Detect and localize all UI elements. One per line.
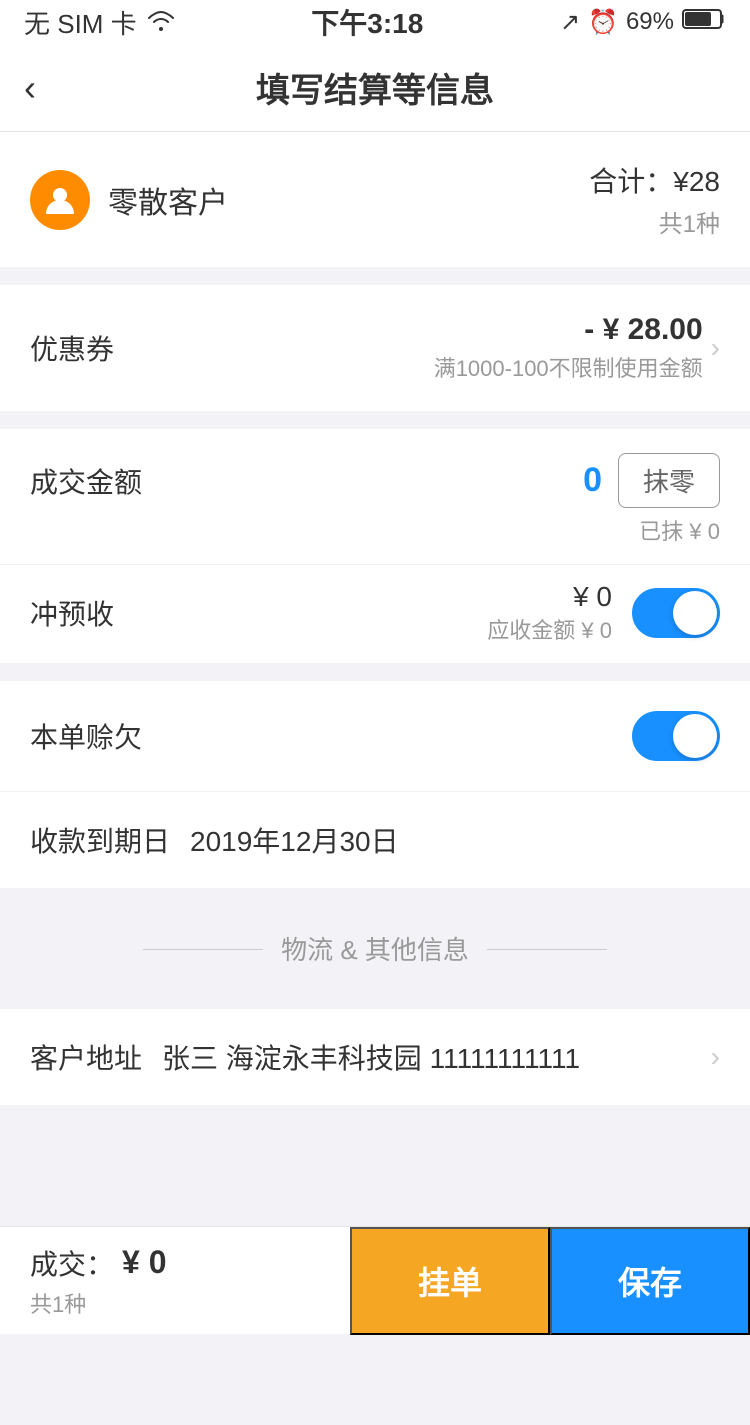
coupon-discount: - ¥ 28.00 [434, 313, 703, 347]
deal-amount-label: 成交金额 [30, 461, 142, 501]
address-value: 张三 海淀永丰科技园 11111111111 [162, 1037, 711, 1077]
toggle-knob [673, 591, 717, 635]
status-left: 无 SIM 卡 [24, 4, 175, 41]
customer-avatar [30, 170, 90, 230]
duedate-row: 收款到期日 2019年12月30日 [0, 791, 750, 888]
deal-amount-value: 0 [583, 461, 602, 500]
bottom-summary-amount: ¥ 0 [122, 1244, 166, 1281]
credit-toggle-knob [673, 714, 717, 758]
bottom-bar: 成交： ¥ 0 共1种 挂单 保存 [0, 1226, 750, 1334]
customer-row: 零散客户 合计：¥28 共1种 [0, 132, 750, 267]
credit-section: 本单赊欠 收款到期日 2019年12月30日 [0, 681, 750, 888]
deal-amount-row: 成交金额 0 抹零 [0, 429, 750, 514]
address-label: 客户地址 [30, 1037, 142, 1077]
time-text: 下午3:18 [311, 2, 423, 42]
page-title: 填写结算等信息 [256, 63, 494, 112]
location-icon: ↗ [560, 8, 580, 37]
bottom-summary-line1: 成交： ¥ 0 [30, 1243, 320, 1283]
round-zero-button[interactable]: 抹零 [618, 453, 720, 508]
bottom-summary: 成交： ¥ 0 共1种 [0, 1243, 350, 1319]
customer-total: 合计：¥28 共1种 [589, 160, 720, 239]
coupon-label: 优惠券 [30, 328, 114, 368]
coupon-row[interactable]: 优惠券 - ¥ 28.00 满1000-100不限制使用金额 › [0, 285, 750, 411]
prepay-label: 冲预收 [30, 593, 114, 633]
deal-section: 成交金额 0 抹零 已抹 ¥ 0 冲预收 ¥ 0 应收金额 ¥ 0 [0, 429, 750, 663]
prepay-toggle[interactable] [632, 588, 720, 638]
deal-sub-text: 已抹 ¥ 0 [0, 514, 750, 564]
customer-left: 零散客户 [30, 170, 228, 230]
coupon-card: 优惠券 - ¥ 28.00 满1000-100不限制使用金额 › [0, 285, 750, 411]
credit-label: 本单赊欠 [30, 716, 142, 756]
bottom-summary-count: 共1种 [30, 1287, 320, 1319]
bottom-summary-label: 成交： [30, 1243, 114, 1283]
coupon-right: - ¥ 28.00 满1000-100不限制使用金额 [434, 313, 703, 383]
status-right: ↗ ⏰ 69% [560, 8, 726, 37]
address-chevron-icon: › [711, 1041, 720, 1073]
hold-button[interactable]: 挂单 [350, 1227, 550, 1335]
battery-text: 69% [626, 8, 674, 36]
save-button[interactable]: 保存 [550, 1227, 750, 1335]
customer-total-count: 共1种 [589, 204, 720, 239]
coupon-desc: 满1000-100不限制使用金额 [434, 351, 703, 383]
prepay-right: ¥ 0 应收金额 ¥ 0 [487, 581, 720, 645]
prepay-row: 冲预收 ¥ 0 应收金额 ¥ 0 [0, 564, 750, 663]
nav-bar: ‹ 填写结算等信息 [0, 44, 750, 132]
status-bar: 无 SIM 卡 下午3:18 ↗ ⏰ 69% [0, 0, 750, 44]
credit-toggle[interactable] [632, 711, 720, 761]
back-button[interactable]: ‹ [24, 67, 36, 109]
alarm-icon: ⏰ [588, 8, 618, 37]
battery-icon [682, 8, 726, 37]
credit-row: 本单赊欠 [0, 681, 750, 791]
prepay-sub: 应收金额 ¥ 0 [487, 613, 612, 645]
address-row[interactable]: 客户地址 张三 海淀永丰科技园 11111111111 › [0, 1009, 750, 1105]
customer-name: 零散客户 [108, 178, 228, 222]
logistics-header-text: 物流 & 其他信息 [281, 930, 469, 967]
prepay-amount: ¥ 0 [487, 581, 612, 613]
logistics-header: 物流 & 其他信息 [0, 906, 750, 991]
coupon-chevron-icon: › [711, 332, 720, 364]
duedate-value: 2019年12月30日 [190, 820, 399, 860]
carrier-text: 无 SIM 卡 [24, 4, 137, 41]
prepay-value-area: ¥ 0 应收金额 ¥ 0 [487, 581, 612, 645]
duedate-label: 收款到期日 [30, 820, 170, 860]
logistics-section: 物流 & 其他信息 客户地址 张三 海淀永丰科技园 11111111111 › [0, 906, 750, 1105]
customer-total-amount: 合计：¥28 [589, 160, 720, 200]
wifi-icon [147, 7, 175, 38]
deal-right: 0 抹零 [583, 453, 720, 508]
